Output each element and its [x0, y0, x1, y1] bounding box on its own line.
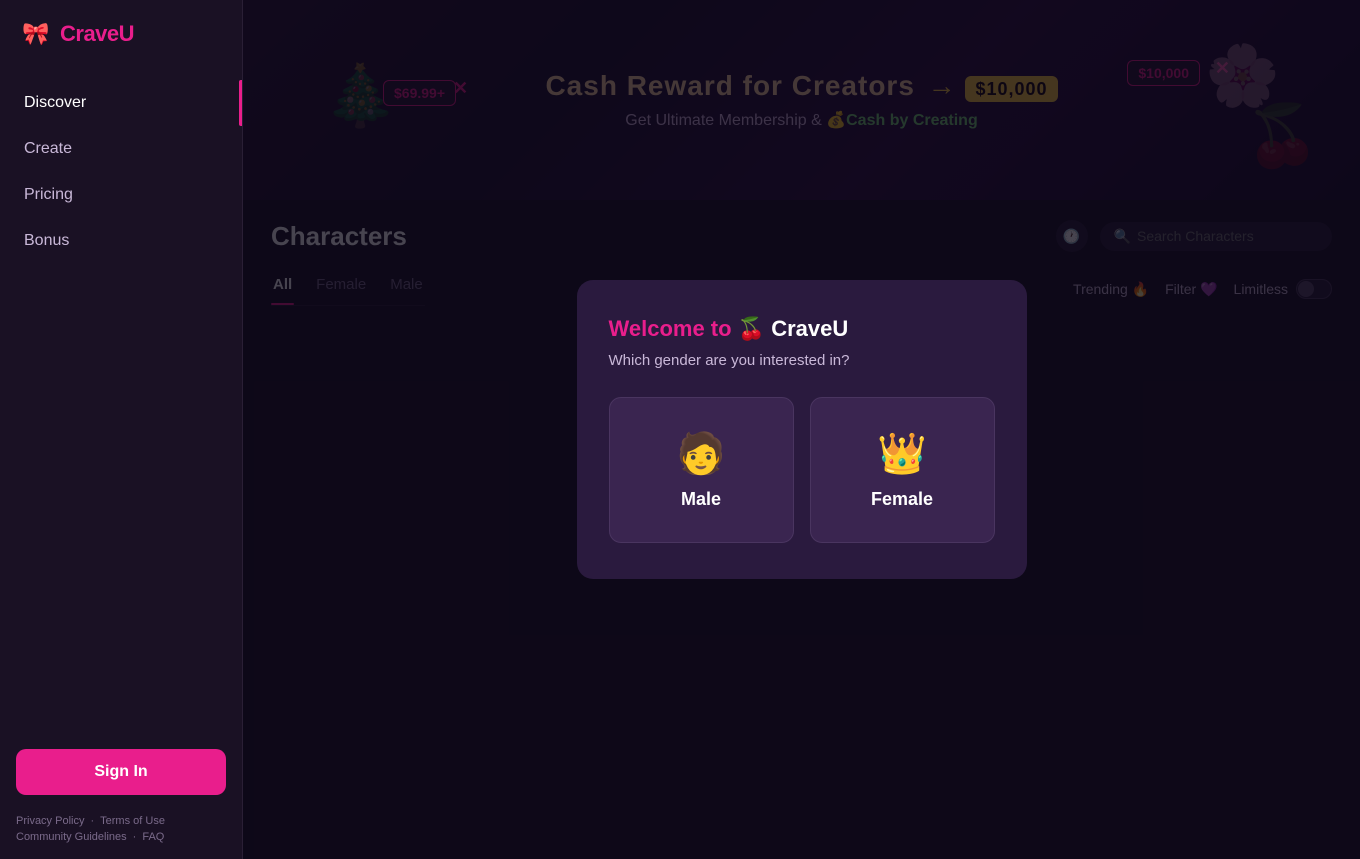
main-content: 🎄 $69.99+ ✕ Cash Reward for Creators → $…	[243, 0, 1360, 859]
privacy-policy-link[interactable]: Privacy Policy	[16, 815, 84, 827]
male-label: Male	[681, 489, 721, 510]
modal-overlay[interactable]: Welcome to 🍒 CraveU Which gender are you…	[243, 0, 1360, 859]
footer-links: Privacy Policy · Terms of Use Community …	[0, 815, 242, 859]
modal-title: Welcome to 🍒 CraveU	[609, 316, 995, 342]
faq-link[interactable]: FAQ	[142, 831, 164, 843]
gender-card-male[interactable]: 🧑 Male	[609, 397, 794, 543]
footer-row-2: Community Guidelines · FAQ	[16, 831, 226, 843]
logo-area: 🎀 CraveU	[0, 0, 242, 70]
sidebar-nav: Discover Create Pricing Bonus	[0, 70, 242, 749]
footer-row-1: Privacy Policy · Terms of Use	[16, 815, 226, 827]
male-emoji: 🧑	[676, 430, 726, 477]
sidebar-item-create[interactable]: Create	[0, 126, 242, 172]
terms-of-use-link[interactable]: Terms of Use	[100, 815, 165, 827]
gender-options: 🧑 Male 👑 Female	[609, 397, 995, 543]
sidebar: 🎀 CraveU Discover Create Pricing Bonus S…	[0, 0, 243, 859]
female-label: Female	[871, 489, 933, 510]
sign-in-button[interactable]: Sign In	[16, 749, 226, 795]
sidebar-item-discover[interactable]: Discover	[0, 80, 242, 126]
logo-icon: 🎀	[20, 18, 52, 50]
sidebar-item-bonus[interactable]: Bonus	[0, 218, 242, 264]
sidebar-item-pricing[interactable]: Pricing	[0, 172, 242, 218]
female-emoji: 👑	[877, 430, 927, 477]
gender-card-female[interactable]: 👑 Female	[810, 397, 995, 543]
modal-subtitle: Which gender are you interested in?	[609, 352, 995, 369]
welcome-text: Welcome to	[609, 316, 738, 341]
community-guidelines-link[interactable]: Community Guidelines	[16, 831, 127, 843]
cherry-emoji: 🍒	[738, 316, 765, 341]
brand-text: CraveU	[771, 316, 848, 341]
gender-modal: Welcome to 🍒 CraveU Which gender are you…	[577, 280, 1027, 579]
logo-text: CraveU	[60, 21, 134, 47]
